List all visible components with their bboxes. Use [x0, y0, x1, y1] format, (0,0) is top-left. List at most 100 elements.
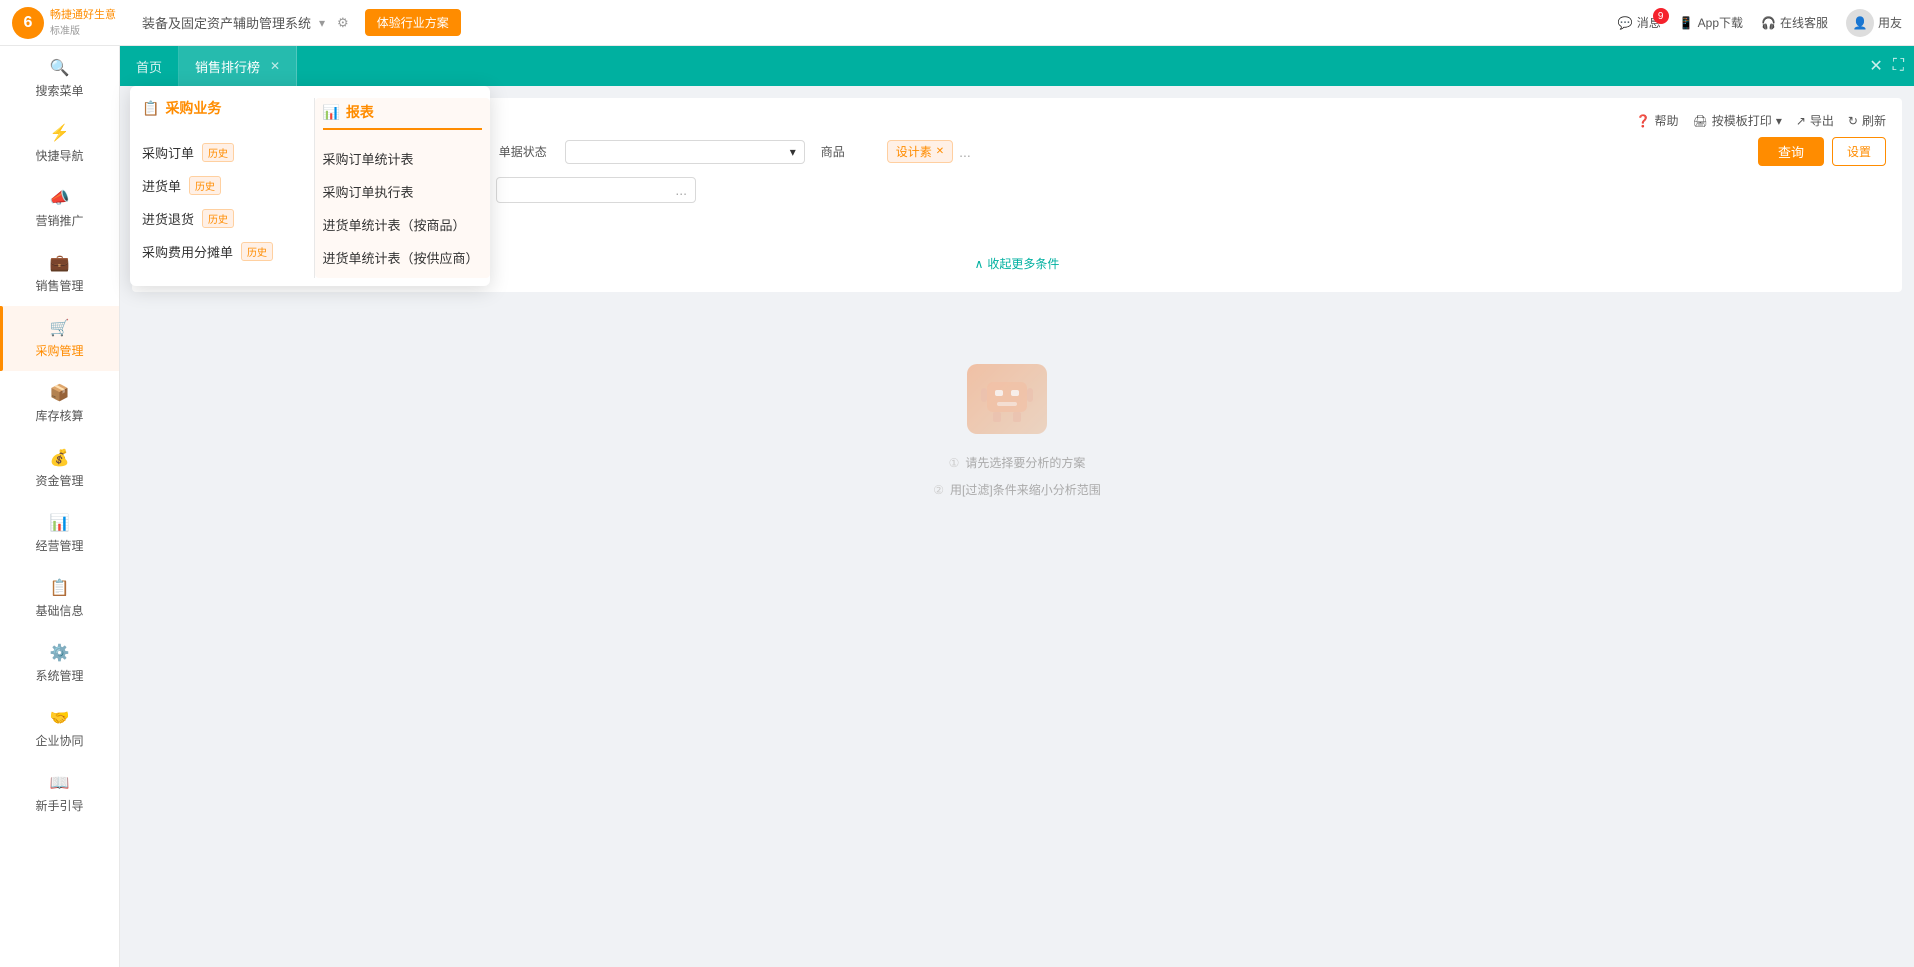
goods-filter: 设计素 ✕ ... — [887, 140, 971, 163]
refresh-icon: ↻ — [1848, 114, 1858, 128]
system-icon: ⚙️ — [50, 643, 70, 663]
dropdown-cost[interactable]: 采购费用分摊单 历史 — [142, 235, 302, 268]
report-col-title: 📊 报表 — [323, 102, 483, 130]
system-gear-icon[interactable]: ⚙ — [337, 15, 349, 31]
system-dropdown-icon[interactable]: ▾ — [319, 16, 325, 30]
tab-bar-actions: ✕ ⛶ — [1869, 46, 1914, 86]
message-icon: 💬 — [1618, 16, 1633, 30]
hist-badge-4: 历史 — [241, 242, 273, 261]
goods-tag[interactable]: 设计素 ✕ — [887, 140, 953, 163]
salesman-dots[interactable]: ... — [675, 182, 687, 198]
empty-hint-1: ① 请先选择要分析的方案 — [949, 454, 1086, 471]
empty-state: ① 请先选择要分析的方案 ② 用[过滤]条件来缩小分析范围 — [132, 304, 1902, 558]
marketing-icon: 📣 — [50, 188, 70, 208]
dropdown-columns: 📋 采购业务 采购订单 历史 进货单 历史 进货退货 历史 采购费用分摊单 历史 — [130, 98, 490, 278]
top-bar: 6 畅捷通好生意 标准版 装备及固定资产辅助管理系统 ▾ ⚙ 体验行业方案 💬 … — [0, 0, 1914, 46]
query-button[interactable]: 查询 — [1758, 137, 1824, 166]
app-download-button[interactable]: 📱 App下载 — [1679, 14, 1743, 31]
bill-status-select[interactable]: ▾ — [565, 140, 805, 164]
sidebar: 🔍 搜索菜单 ⚡ 快捷导航 📣 营销推广 💼 销售管理 🛒 采购管理 📦 库存核… — [0, 46, 120, 967]
export-icon: ↗ — [1796, 114, 1806, 128]
purchase-col: 📋 采购业务 采购订单 历史 进货单 历史 进货退货 历史 采购费用分摊单 历史 — [130, 98, 314, 278]
tab-close-icon[interactable]: ✕ — [270, 59, 280, 73]
sidebar-item-nav[interactable]: ⚡ 快捷导航 — [0, 111, 119, 176]
topbar-right: 💬 消息 9 📱 App下载 🎧 在线客服 👤 用友 — [1618, 9, 1902, 37]
sidebar-item-purchase[interactable]: 🛒 采购管理 — [0, 306, 119, 371]
sidebar-item-finance[interactable]: 💰 资金管理 — [0, 436, 119, 501]
sidebar-item-search[interactable]: 🔍 搜索菜单 — [0, 46, 119, 111]
tab-bar: 首页 销售排行榜 ✕ ✕ ⛶ — [120, 46, 1914, 86]
user-avatar: 👤 — [1846, 9, 1874, 37]
message-button[interactable]: 💬 消息 9 — [1618, 14, 1661, 31]
sidebar-item-basic[interactable]: 📋 基础信息 — [0, 566, 119, 631]
hist-badge-1: 历史 — [202, 143, 234, 162]
print-dropdown-icon[interactable]: ▾ — [1776, 114, 1782, 128]
collapse-icon-up: ∧ — [975, 257, 984, 271]
search-icon: 🔍 — [50, 58, 70, 78]
print-icon: 🖨 — [1693, 114, 1708, 128]
salesman-select[interactable]: ... — [496, 177, 696, 203]
dropdown-menu: 📋 采购业务 采购订单 历史 进货单 历史 进货退货 历史 采购费用分摊单 历史 — [130, 86, 490, 286]
system-name-area: 装备及固定资产辅助管理系统 ▾ ⚙ 体验行业方案 — [132, 9, 1618, 36]
select-down-icon: ▾ — [790, 145, 796, 159]
help-button[interactable]: ❓ 帮助 — [1636, 112, 1679, 129]
industry-button[interactable]: 体验行业方案 — [365, 9, 461, 36]
tab-maximize-icon[interactable]: ⛶ — [1893, 57, 1904, 75]
empty-icon — [967, 364, 1067, 444]
finance-icon: 💰 — [50, 448, 70, 468]
dropdown-order-stats[interactable]: 采购订单统计表 — [323, 142, 483, 175]
goods-tag-close[interactable]: ✕ — [936, 146, 944, 157]
sidebar-item-cooperation[interactable]: 🤝 企业协同 — [0, 696, 119, 761]
sidebar-item-system[interactable]: ⚙️ 系统管理 — [0, 631, 119, 696]
online-service-button[interactable]: 🎧 在线客服 — [1761, 14, 1828, 31]
goods-dots[interactable]: ... — [959, 144, 971, 160]
guide-icon: 📖 — [50, 773, 70, 793]
tab-home[interactable]: 首页 — [120, 46, 179, 86]
goods-label: 商品 — [821, 143, 871, 160]
user-button[interactable]: 👤 用友 — [1846, 9, 1902, 37]
dropdown-purchase-order[interactable]: 采购订单 历史 — [142, 136, 302, 169]
message-badge: 9 — [1653, 8, 1669, 24]
dropdown-order-exec[interactable]: 采购订单执行表 — [323, 175, 483, 208]
sidebar-item-guide[interactable]: 📖 新手引导 — [0, 761, 119, 826]
report-col: 📊 报表 采购订单统计表 采购订单执行表 进货单统计表（按商品） 进货单统计表（… — [315, 98, 491, 278]
report-title-icon: 📊 — [323, 104, 340, 121]
business-icon: 📊 — [50, 513, 70, 533]
nav-icon: ⚡ — [50, 123, 70, 143]
setting-button[interactable]: 设置 — [1832, 137, 1886, 166]
inventory-icon: 📦 — [50, 383, 70, 403]
empty-hint-2: ② 用[过滤]条件来缩小分析范围 — [933, 481, 1100, 498]
sales-icon: 💼 — [50, 253, 70, 273]
logo: 6 畅捷通好生意 标准版 — [12, 7, 132, 39]
filter-query-actions: 查询 设置 — [1758, 137, 1886, 166]
tab-close-window-icon[interactable]: ✕ — [1869, 56, 1882, 76]
dropdown-inbound-goods[interactable]: 进货单统计表（按商品） — [323, 208, 483, 241]
print-button[interactable]: 🖨 按模板打印 ▾ — [1693, 112, 1782, 129]
system-name: 装备及固定资产辅助管理系统 — [142, 13, 311, 32]
purchase-icon: 🛒 — [50, 318, 70, 338]
basic-icon: 📋 — [50, 578, 70, 598]
sidebar-item-business[interactable]: 📊 经营管理 — [0, 501, 119, 566]
headset-icon: 🎧 — [1761, 16, 1776, 30]
help-icon: ❓ — [1636, 114, 1651, 128]
dropdown-inbound[interactable]: 进货单 历史 — [142, 169, 302, 202]
cooperation-icon: 🤝 — [50, 708, 70, 728]
export-button[interactable]: ↗ 导出 — [1796, 112, 1834, 129]
logo-sub: 标准版 — [50, 22, 116, 37]
sidebar-item-sales[interactable]: 💼 销售管理 — [0, 241, 119, 306]
sidebar-item-inventory[interactable]: 📦 库存核算 — [0, 371, 119, 436]
refresh-button[interactable]: ↻ 刷新 — [1848, 112, 1886, 129]
dropdown-return[interactable]: 进货退货 历史 — [142, 202, 302, 235]
hist-badge-3: 历史 — [202, 209, 234, 228]
phone-icon: 📱 — [1679, 16, 1694, 30]
bill-status-label: 单据状态 — [499, 143, 549, 160]
robot-svg — [977, 374, 1037, 424]
dropdown-inbound-supplier[interactable]: 进货单统计表（按供应商） — [323, 241, 483, 274]
tab-sales-rank[interactable]: 销售排行榜 ✕ — [179, 46, 297, 86]
purchase-col-title: 📋 采购业务 — [142, 98, 302, 124]
logo-name: 畅捷通好生意 — [50, 8, 116, 22]
empty-robot-icon — [967, 364, 1047, 434]
logo-icon: 6 — [12, 7, 44, 39]
purchase-title-icon: 📋 — [142, 100, 159, 117]
sidebar-item-marketing[interactable]: 📣 营销推广 — [0, 176, 119, 241]
